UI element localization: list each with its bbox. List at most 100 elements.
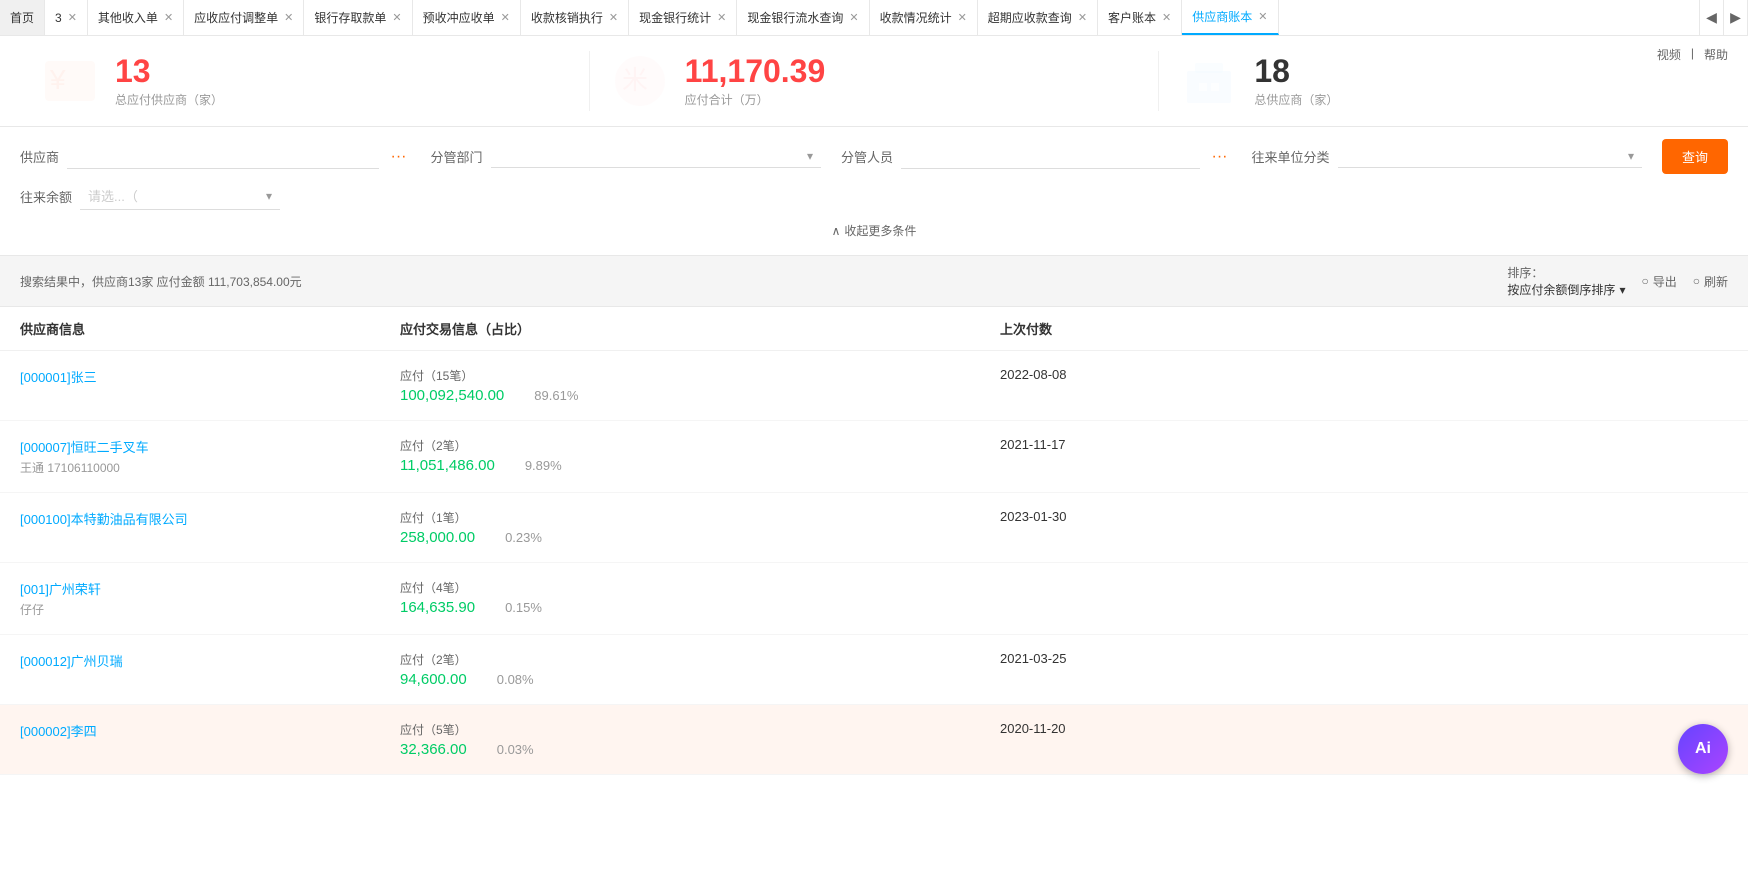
stat-content-payable-suppliers: 13 总应付供应商（家） [115,55,223,108]
nav-tab-other-income-close[interactable]: ✕ [164,11,173,24]
nav-tab-other-income-label: 其他收入单 [98,9,158,26]
result-text: 搜索结果中，供应商13家 应付金额 111,703,854.00元 [20,273,302,290]
ai-button-label: Ai [1695,740,1711,758]
person-ellipsis-btn[interactable]: ··· [1208,148,1232,166]
nav-tab-3-close[interactable]: ✕ [68,11,77,24]
supplier-link-row3[interactable]: [000100]本特勤油品有限公司 [20,512,188,527]
filter-person-label: 分管人员 [841,147,893,166]
category-chevron-icon: ▾ [1628,149,1634,163]
transaction-col-row2: 应付（2笔） 11,051,486.00 9.89% [400,437,1000,474]
filter-dept-select[interactable]: ▾ [491,145,821,168]
stat-content-total-payable: 11,170.39 应付合计（万） [685,55,826,108]
nav-tab-collection-exec-label: 收款核销执行 [531,9,603,26]
nav-tab-cash-bank-stat[interactable]: 现金银行统计 ✕ [629,0,737,35]
refresh-button[interactable]: ○ 刷新 [1693,273,1728,290]
nav-tab-other-income[interactable]: 其他收入单 ✕ [88,0,184,35]
supplier-link-row4[interactable]: [001]广州荣轩 [20,582,101,597]
nav-tab-collection-stat-label: 收款情况统计 [880,9,952,26]
stats-bar: ¥ 13 总应付供应商（家） 米 11,170.39 应付合计（万） [0,36,1748,127]
nav-tab-home[interactable]: 首页 [0,0,45,35]
col-header-transaction: 应付交易信息（占比） [400,319,1000,338]
filter-person: 分管人员 ··· [841,145,1232,169]
nav-tab-ap-adjust[interactable]: 应收应付调整单 ✕ [184,0,304,35]
nav-tab-customer-account-close[interactable]: ✕ [1162,11,1171,24]
nav-tab-ap-adjust-close[interactable]: ✕ [284,11,293,24]
table-row: [000007]恒旺二手叉车 王通 17106110000 应付（2笔） 11,… [0,421,1748,493]
table-row: [000100]本特勤油品有限公司 应付（1笔） 258,000.00 0.23… [0,493,1748,563]
table-body: [000001]张三 应付（15笔） 100,092,540.00 89.61%… [0,351,1748,889]
payable-suppliers-icon: ¥ [40,51,100,111]
transaction-amount-row3: 258,000.00 [400,529,475,546]
supplier-link-row1[interactable]: [000001]张三 [20,370,97,385]
nav-arrow-right[interactable]: ▶ [1724,0,1748,36]
nav-tab-collection-stat-close[interactable]: ✕ [958,11,967,24]
nav-tab-advance-offset[interactable]: 预收冲应收单 ✕ [413,0,521,35]
last-payment-col-row5: 2021-03-25 [1000,651,1728,666]
transaction-percent-row3: 0.23% [505,530,542,545]
query-button[interactable]: 查询 [1662,139,1728,174]
filter-person-input[interactable] [901,145,1200,169]
filter-balance-select[interactable]: 请选...（ ▾ [80,182,280,210]
last-payment-col-row1: 2022-08-08 [1000,367,1728,382]
filter-supplier: 供应商 ··· [20,145,411,169]
nav-tab-bank-deposit[interactable]: 银行存取款单 ✕ [304,0,412,35]
nav-tab-supplier-account-close[interactable]: ✕ [1258,10,1267,23]
svg-text:¥: ¥ [49,64,66,95]
transaction-detail-row2: 应付（2笔） 11,051,486.00 9.89% [400,437,1000,474]
refresh-icon: ○ [1693,274,1700,288]
nav-tab-cash-bank-flow[interactable]: 现金银行流水查询 ✕ [737,0,869,35]
supplier-sub-row2: 王通 17106110000 [20,459,400,476]
nav-tab-overdue-query[interactable]: 超期应收款查询 ✕ [978,0,1098,35]
supplier-col-row4: [001]广州荣轩 仔仔 [20,579,400,618]
export-icon: ○ [1641,274,1648,288]
stat-label-total-payable: 应付合计（万） [685,91,826,108]
nav-tab-supplier-account-label: 供应商账本 [1192,8,1252,25]
filter-category: 往来单位分类 ▾ [1252,145,1643,168]
transaction-label-row2: 应付（2笔） [400,437,1000,454]
nav-tab-customer-account[interactable]: 客户账本 ✕ [1098,0,1182,35]
nav-tab-bank-deposit-close[interactable]: ✕ [392,11,401,24]
nav-tab-advance-offset-close[interactable]: ✕ [501,11,510,24]
transaction-label-row3: 应付（1笔） [400,509,1000,526]
transaction-percent-row6: 0.03% [497,742,534,757]
filter-balance: 往来余额 请选...（ ▾ [20,182,1728,210]
nav-tab-cash-bank-stat-close[interactable]: ✕ [717,11,726,24]
transaction-detail-row3: 应付（1笔） 258,000.00 0.23% [400,509,1000,546]
export-button[interactable]: ○ 导出 [1641,273,1676,290]
supplier-col-row6: [000002]李四 [20,721,400,740]
nav-tab-collection-exec[interactable]: 收款核销执行 ✕ [521,0,629,35]
result-actions: 排序： 按应付余额倒序排序 ▾ ○ 导出 ○ 刷新 [1507,264,1728,298]
transaction-col-row5: 应付（2笔） 94,600.00 0.08% [400,651,1000,688]
ai-button[interactable]: Ai [1678,724,1728,774]
help-link[interactable]: 帮助 [1704,46,1728,63]
supplier-ellipsis-btn[interactable]: ··· [387,148,411,166]
nav-tab-supplier-account[interactable]: 供应商账本 ✕ [1182,0,1278,35]
nav-tab-3[interactable]: 3 ✕ [45,0,88,35]
nav-tab-collection-exec-close[interactable]: ✕ [609,11,618,24]
transaction-col-row1: 应付（15笔） 100,092,540.00 89.61% [400,367,1000,404]
nav-arrow-left[interactable]: ◀ [1700,0,1724,36]
filter-supplier-label: 供应商 [20,147,59,166]
nav-tab-collection-stat[interactable]: 收款情况统计 ✕ [870,0,978,35]
collapse-button[interactable]: ∧ 收起更多条件 [832,222,917,239]
supplier-link-row6[interactable]: [000002]李四 [20,724,97,739]
export-label: 导出 [1653,273,1677,290]
nav-tab-cash-bank-flow-close[interactable]: ✕ [849,11,858,24]
filter-category-select[interactable]: ▾ [1338,145,1642,168]
supplier-link-row5[interactable]: [000012]广州贝瑞 [20,654,123,669]
sort-select[interactable]: 按应付余额倒序排序 ▾ [1507,281,1625,298]
supplier-link-row2[interactable]: [000007]恒旺二手叉车 [20,440,149,455]
svg-text:米: 米 [622,65,648,95]
refresh-label: 刷新 [1704,273,1728,290]
transaction-percent-row2: 9.89% [525,458,562,473]
links-divider: | [1691,46,1694,63]
nav-tab-overdue-query-close[interactable]: ✕ [1078,11,1087,24]
total-suppliers-icon [1179,51,1239,111]
video-link[interactable]: 视频 [1657,46,1681,63]
last-payment-col-row6: 2020-11-20 [1000,721,1728,736]
nav-tab-bank-deposit-label: 银行存取款单 [314,9,386,26]
filter-bar: 供应商 ··· 分管部门 ▾ 分管人员 ··· 往来单位分类 ▾ 查询 往来 [0,127,1748,256]
transaction-amount-row5: 94,600.00 [400,671,467,688]
transaction-label-row5: 应付（2笔） [400,651,1000,668]
filter-supplier-input[interactable] [67,145,379,169]
